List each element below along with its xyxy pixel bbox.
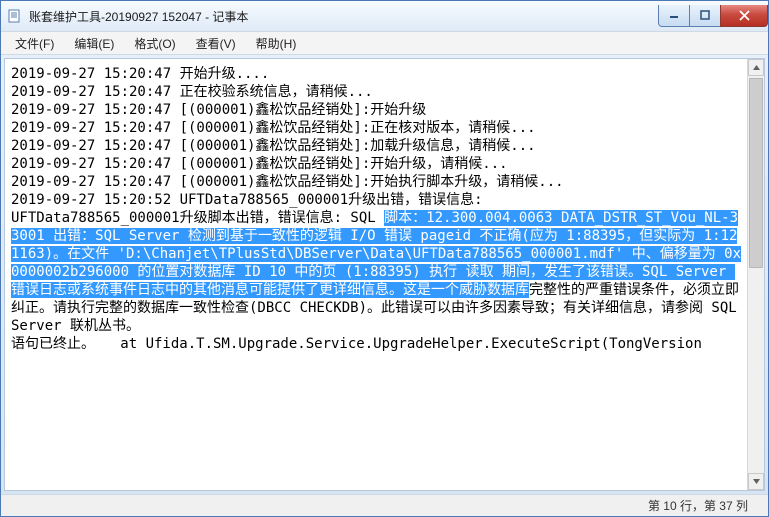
menu-file[interactable]: 文件(F) [5, 32, 64, 55]
scroll-thumb[interactable] [749, 78, 763, 268]
menu-edit[interactable]: 编辑(E) [64, 32, 124, 55]
log-line: UFTData788565_000001升级脚本出错，错误信息: SQL [11, 210, 384, 226]
scroll-down-button[interactable] [748, 473, 764, 490]
window-buttons [659, 5, 768, 27]
log-line: 2019-09-27 15:20:47 [(000001)鑫松饮品经销处]:正在… [11, 120, 536, 136]
close-button[interactable] [720, 5, 768, 27]
scroll-up-button[interactable] [748, 59, 764, 76]
titlebar[interactable]: 账套维护工具-20190927 152047 - 记事本 [1, 1, 768, 31]
notepad-window: 账套维护工具-20190927 152047 - 记事本 文件(F) 编辑(E)… [0, 0, 769, 517]
maximize-button[interactable] [689, 5, 721, 27]
menu-help[interactable]: 帮助(H) [246, 32, 307, 55]
minimize-button[interactable] [658, 5, 690, 27]
editor-frame: 2019-09-27 15:20:47 开始升级.... 2019-09-27 … [4, 58, 765, 491]
log-line: 2019-09-27 15:20:47 正在校验系统信息，请稍候... [11, 84, 373, 100]
log-line: 2019-09-27 15:20:47 [(000001)鑫松饮品经销处]:开始… [11, 102, 426, 118]
cursor-position: 第 10 行，第 37 列 [648, 497, 748, 514]
menubar: 文件(F) 编辑(E) 格式(O) 查看(V) 帮助(H) [1, 31, 768, 55]
log-line: 语句已终止。 at Ufida.T.SM.Upgrade.Service.Upg… [11, 336, 702, 352]
app-icon [7, 8, 23, 24]
menu-view[interactable]: 查看(V) [186, 32, 246, 55]
vertical-scrollbar[interactable] [747, 59, 764, 490]
log-line: 2019-09-27 15:20:47 [(000001)鑫松饮品经销处]:开始… [11, 156, 508, 172]
text-content[interactable]: 2019-09-27 15:20:47 开始升级.... 2019-09-27 … [5, 59, 747, 490]
log-line: 2019-09-27 15:20:47 [(000001)鑫松饮品经销处]:加载… [11, 138, 536, 154]
statusbar: 第 10 行，第 37 列 [1, 494, 768, 516]
window-title: 账套维护工具-20190927 152047 - 记事本 [29, 8, 659, 25]
log-line: 2019-09-27 15:20:47 开始升级.... [11, 66, 269, 82]
scroll-track[interactable] [748, 76, 764, 473]
log-line: 2019-09-27 15:20:52 UFTData788565_000001… [11, 192, 483, 208]
log-line: 2019-09-27 15:20:47 [(000001)鑫松饮品经销处]:开始… [11, 174, 564, 190]
menu-format[interactable]: 格式(O) [124, 32, 185, 55]
